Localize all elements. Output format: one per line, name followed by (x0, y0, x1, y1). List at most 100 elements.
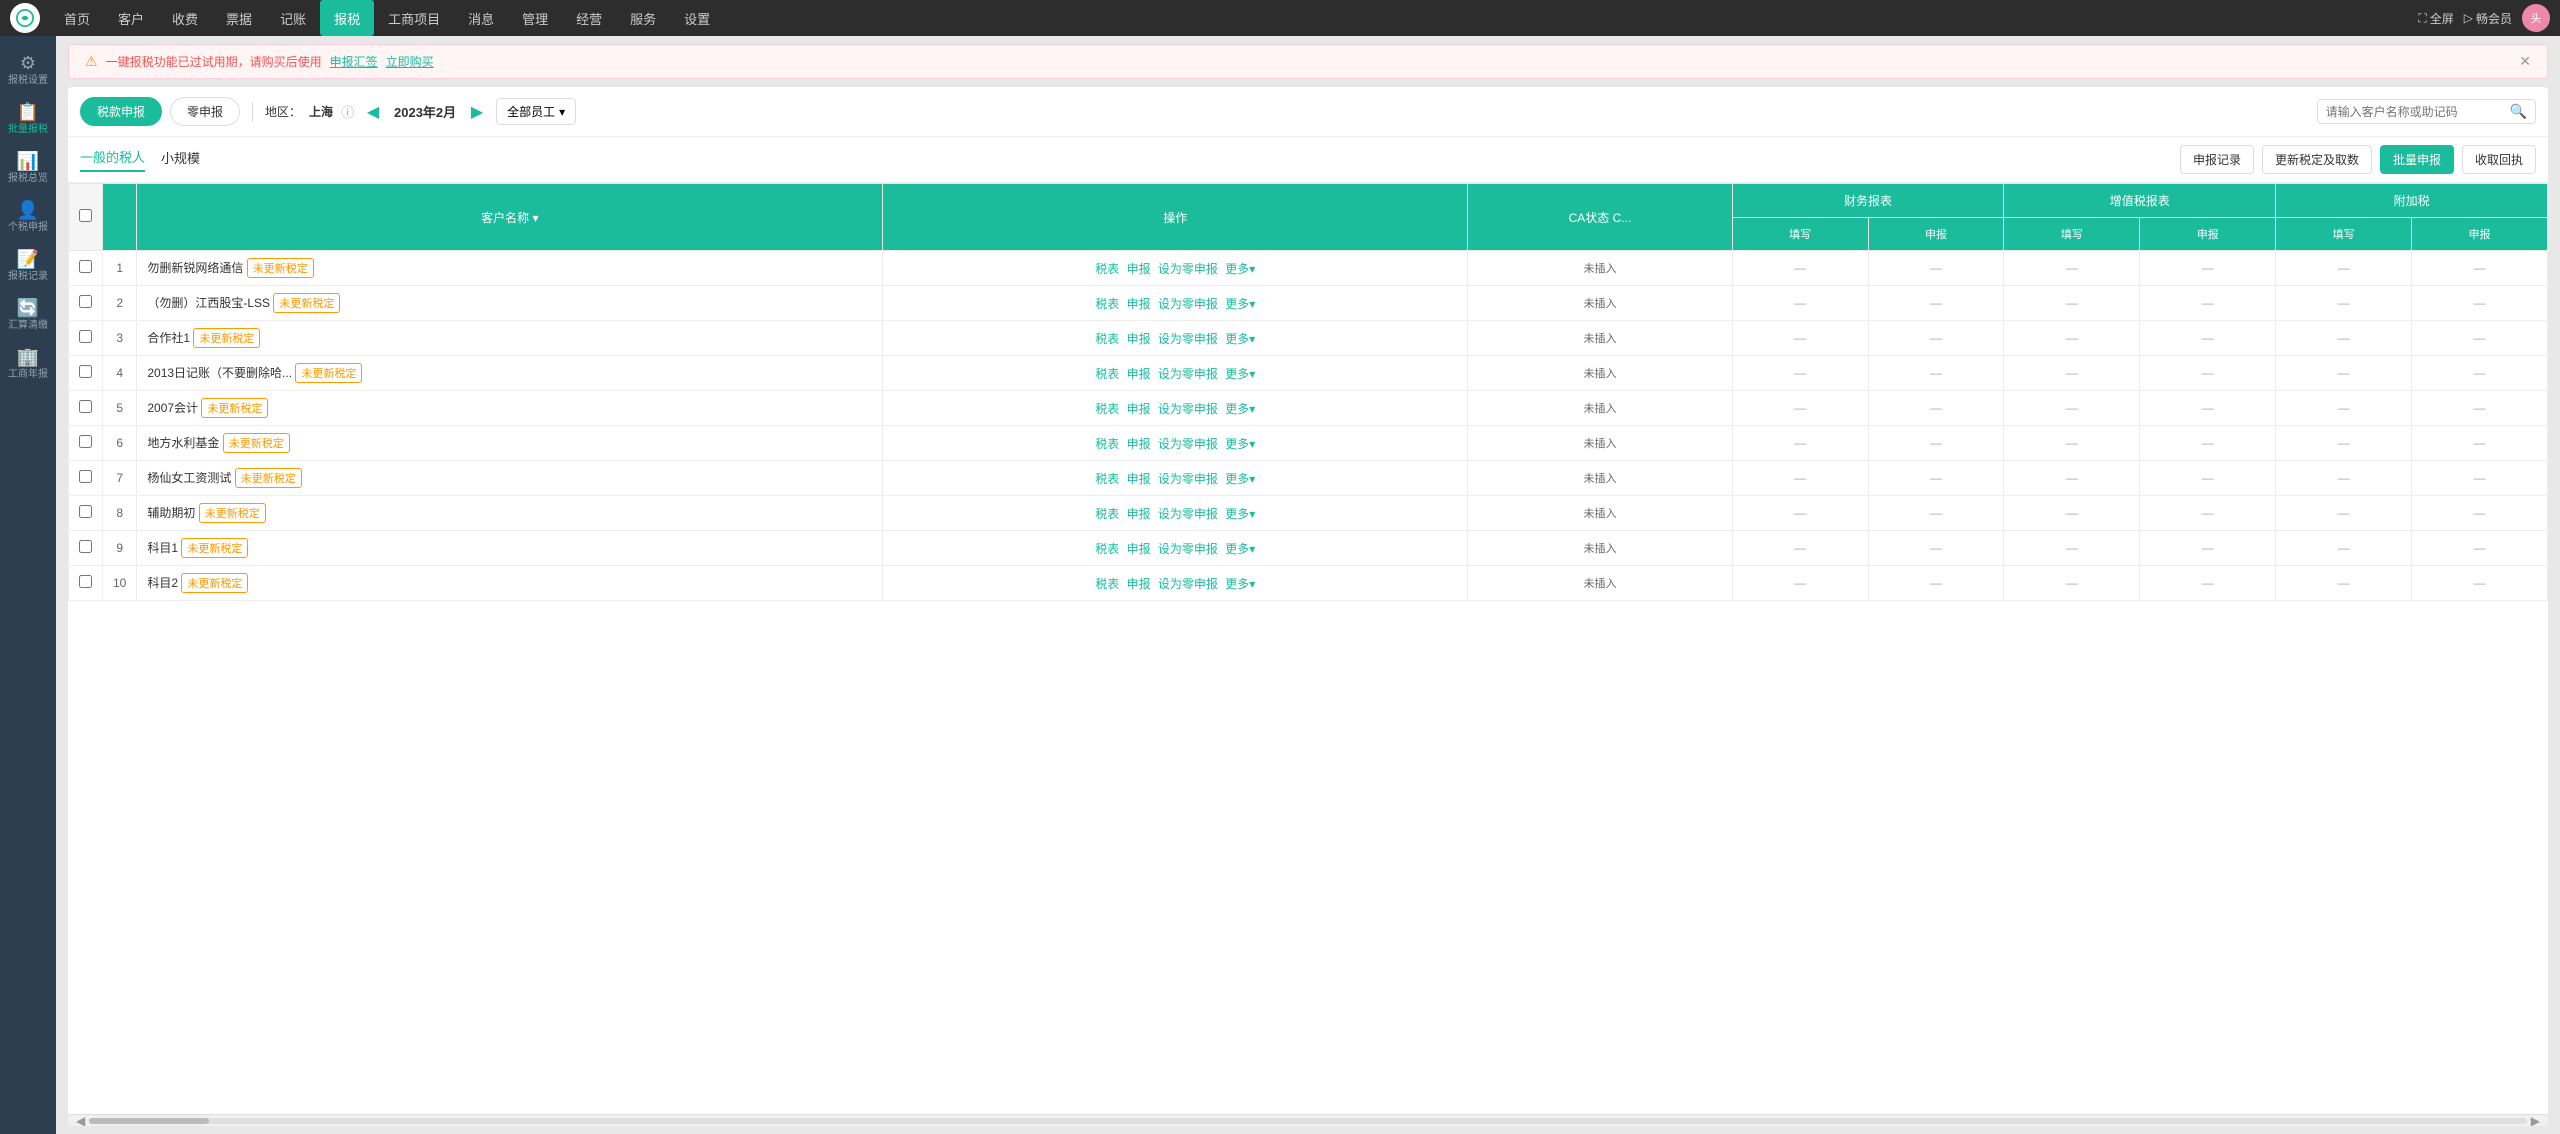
op-link-3[interactable]: 更多▾ (1225, 507, 1255, 521)
member-button[interactable]: ▷ 畅会员 (2464, 10, 2512, 27)
op-link-3[interactable]: 更多▾ (1225, 402, 1255, 416)
op-link-2[interactable]: 设为零申报 (1158, 262, 1218, 276)
op-link-1[interactable]: 申报 (1127, 472, 1151, 486)
sidebar-item-annual-report[interactable]: 🏢 工商年报 (0, 340, 56, 389)
op-link-1[interactable]: 申报 (1127, 367, 1151, 381)
nav-message[interactable]: 消息 (454, 0, 508, 36)
date-prev-button[interactable]: ◀ (362, 101, 384, 123)
sidebar-item-tax-settings[interactable]: ⚙ 报税设置 (0, 46, 56, 95)
op-link-0[interactable]: 税表 (1095, 262, 1119, 276)
nav-customer[interactable]: 客户 (104, 0, 158, 36)
banner-link-buy[interactable]: 立即购买 (386, 53, 434, 70)
row-checkbox[interactable] (79, 505, 92, 518)
update-tax-button[interactable]: 更新税定及取数 (2262, 145, 2372, 174)
sort-icon[interactable]: ▾ (532, 211, 538, 225)
op-link-2[interactable]: 设为零申报 (1158, 402, 1218, 416)
nav-tax[interactable]: 报税 (320, 0, 374, 36)
op-link-2[interactable]: 设为零申报 (1158, 297, 1218, 311)
scroll-left-button[interactable]: ◀ (72, 1114, 89, 1127)
op-link-2[interactable]: 设为零申报 (1158, 332, 1218, 346)
date-navigator: ◀ 2023年2月 ▶ (362, 101, 488, 123)
sidebar-item-personal-tax[interactable]: 👤 个税申报 (0, 193, 56, 242)
nav-bookkeeping[interactable]: 记账 (266, 0, 320, 36)
op-link-0[interactable]: 税表 (1095, 367, 1119, 381)
region-info-icon[interactable]: ⓘ (341, 102, 354, 121)
row-checkbox[interactable] (79, 400, 92, 413)
op-link-0[interactable]: 税表 (1095, 507, 1119, 521)
op-link-2[interactable]: 设为零申报 (1158, 437, 1218, 451)
sidebar-item-settlement[interactable]: 🔄 汇算清缴 (0, 291, 56, 340)
nav-billing[interactable]: 收费 (158, 0, 212, 36)
op-link-0[interactable]: 税表 (1095, 577, 1119, 591)
row-checkbox[interactable] (79, 260, 92, 273)
tax-declaration-tab[interactable]: 税款申报 (80, 97, 162, 126)
op-link-2[interactable]: 设为零申报 (1158, 577, 1218, 591)
nav-operation[interactable]: 经营 (562, 0, 616, 36)
op-link-2[interactable]: 设为零申报 (1158, 367, 1218, 381)
sidebar-item-batch-tax[interactable]: 📋 批量报税 (0, 95, 56, 144)
nav-manage[interactable]: 管理 (508, 0, 562, 36)
op-link-1[interactable]: 申报 (1127, 297, 1151, 311)
row-checkbox[interactable] (79, 365, 92, 378)
staff-selector[interactable]: 全部员工 ▾ (496, 98, 576, 125)
banner-close-button[interactable]: ✕ (2519, 53, 2531, 70)
zero-declaration-tab[interactable]: 零申报 (170, 97, 240, 126)
row-checkbox[interactable] (79, 470, 92, 483)
op-link-3[interactable]: 更多▾ (1225, 297, 1255, 311)
op-link-2[interactable]: 设为零申报 (1158, 472, 1218, 486)
op-link-0[interactable]: 税表 (1095, 332, 1119, 346)
sidebar-item-tax-record[interactable]: 📝 报税记录 (0, 242, 56, 291)
op-link-2[interactable]: 设为零申报 (1158, 542, 1218, 556)
op-link-3[interactable]: 更多▾ (1225, 577, 1255, 591)
op-link-0[interactable]: 税表 (1095, 402, 1119, 416)
op-link-1[interactable]: 申报 (1127, 262, 1151, 276)
revoke-button[interactable]: 收取回执 (2462, 145, 2536, 174)
fullscreen-button[interactable]: ⛶ 全屏 (2418, 10, 2453, 27)
declaration-record-button[interactable]: 申报记录 (2180, 145, 2254, 174)
nav-service[interactable]: 服务 (616, 0, 670, 36)
op-link-1[interactable]: 申报 (1127, 437, 1151, 451)
row-checkbox[interactable] (79, 435, 92, 448)
row-checkbox[interactable] (79, 540, 92, 553)
op-link-1[interactable]: 申报 (1127, 507, 1151, 521)
date-next-button[interactable]: ▶ (466, 101, 488, 123)
search-input[interactable] (2326, 105, 2506, 119)
op-link-3[interactable]: 更多▾ (1225, 332, 1255, 346)
nav-business[interactable]: 工商项目 (374, 0, 454, 36)
user-avatar[interactable]: 头 (2522, 4, 2550, 32)
op-link-1[interactable]: 申报 (1127, 542, 1151, 556)
subtab-general[interactable]: 一般的税人 (80, 147, 145, 172)
th-addtax-report: 申报 (2412, 218, 2548, 251)
op-link-1[interactable]: 申报 (1127, 332, 1151, 346)
scroll-thumb[interactable] (89, 1118, 209, 1124)
row-operations: 税表 申报 设为零申报 更多▾ (883, 426, 1468, 461)
nav-home[interactable]: 首页 (50, 0, 104, 36)
op-link-3[interactable]: 更多▾ (1225, 262, 1255, 276)
scroll-right-button[interactable]: ▶ (2527, 1114, 2544, 1127)
sidebar-item-tax-overview[interactable]: 📊 报税总览 (0, 144, 56, 193)
nav-settings[interactable]: 设置 (670, 0, 724, 36)
op-link-3[interactable]: 更多▾ (1225, 367, 1255, 381)
op-link-3[interactable]: 更多▾ (1225, 472, 1255, 486)
op-link-2[interactable]: 设为零申报 (1158, 507, 1218, 521)
row-checkbox[interactable] (79, 330, 92, 343)
nav-invoice[interactable]: 票据 (212, 0, 266, 36)
op-link-0[interactable]: 税表 (1095, 542, 1119, 556)
banner-link-record[interactable]: 申报汇签 (330, 53, 378, 70)
op-link-0[interactable]: 税表 (1095, 472, 1119, 486)
table-row: 1 勿删新锐网络通信 未更新税定 税表 申报 设为零申报 更多▾ 未插入 — —… (69, 251, 2548, 286)
op-link-0[interactable]: 税表 (1095, 297, 1119, 311)
search-icon[interactable]: 🔍 (2510, 103, 2527, 120)
row-checkbox[interactable] (79, 295, 92, 308)
date-display: 2023年2月 (390, 102, 460, 121)
select-all-checkbox[interactable] (79, 209, 92, 222)
op-link-3[interactable]: 更多▾ (1225, 437, 1255, 451)
row-operations: 税表 申报 设为零申报 更多▾ (883, 531, 1468, 566)
batch-declare-button[interactable]: 批量申报 (2380, 145, 2454, 174)
subtab-small-scale[interactable]: 小规模 (161, 148, 200, 171)
op-link-1[interactable]: 申报 (1127, 402, 1151, 416)
op-link-0[interactable]: 税表 (1095, 437, 1119, 451)
op-link-1[interactable]: 申报 (1127, 577, 1151, 591)
op-link-3[interactable]: 更多▾ (1225, 542, 1255, 556)
row-checkbox[interactable] (79, 575, 92, 588)
